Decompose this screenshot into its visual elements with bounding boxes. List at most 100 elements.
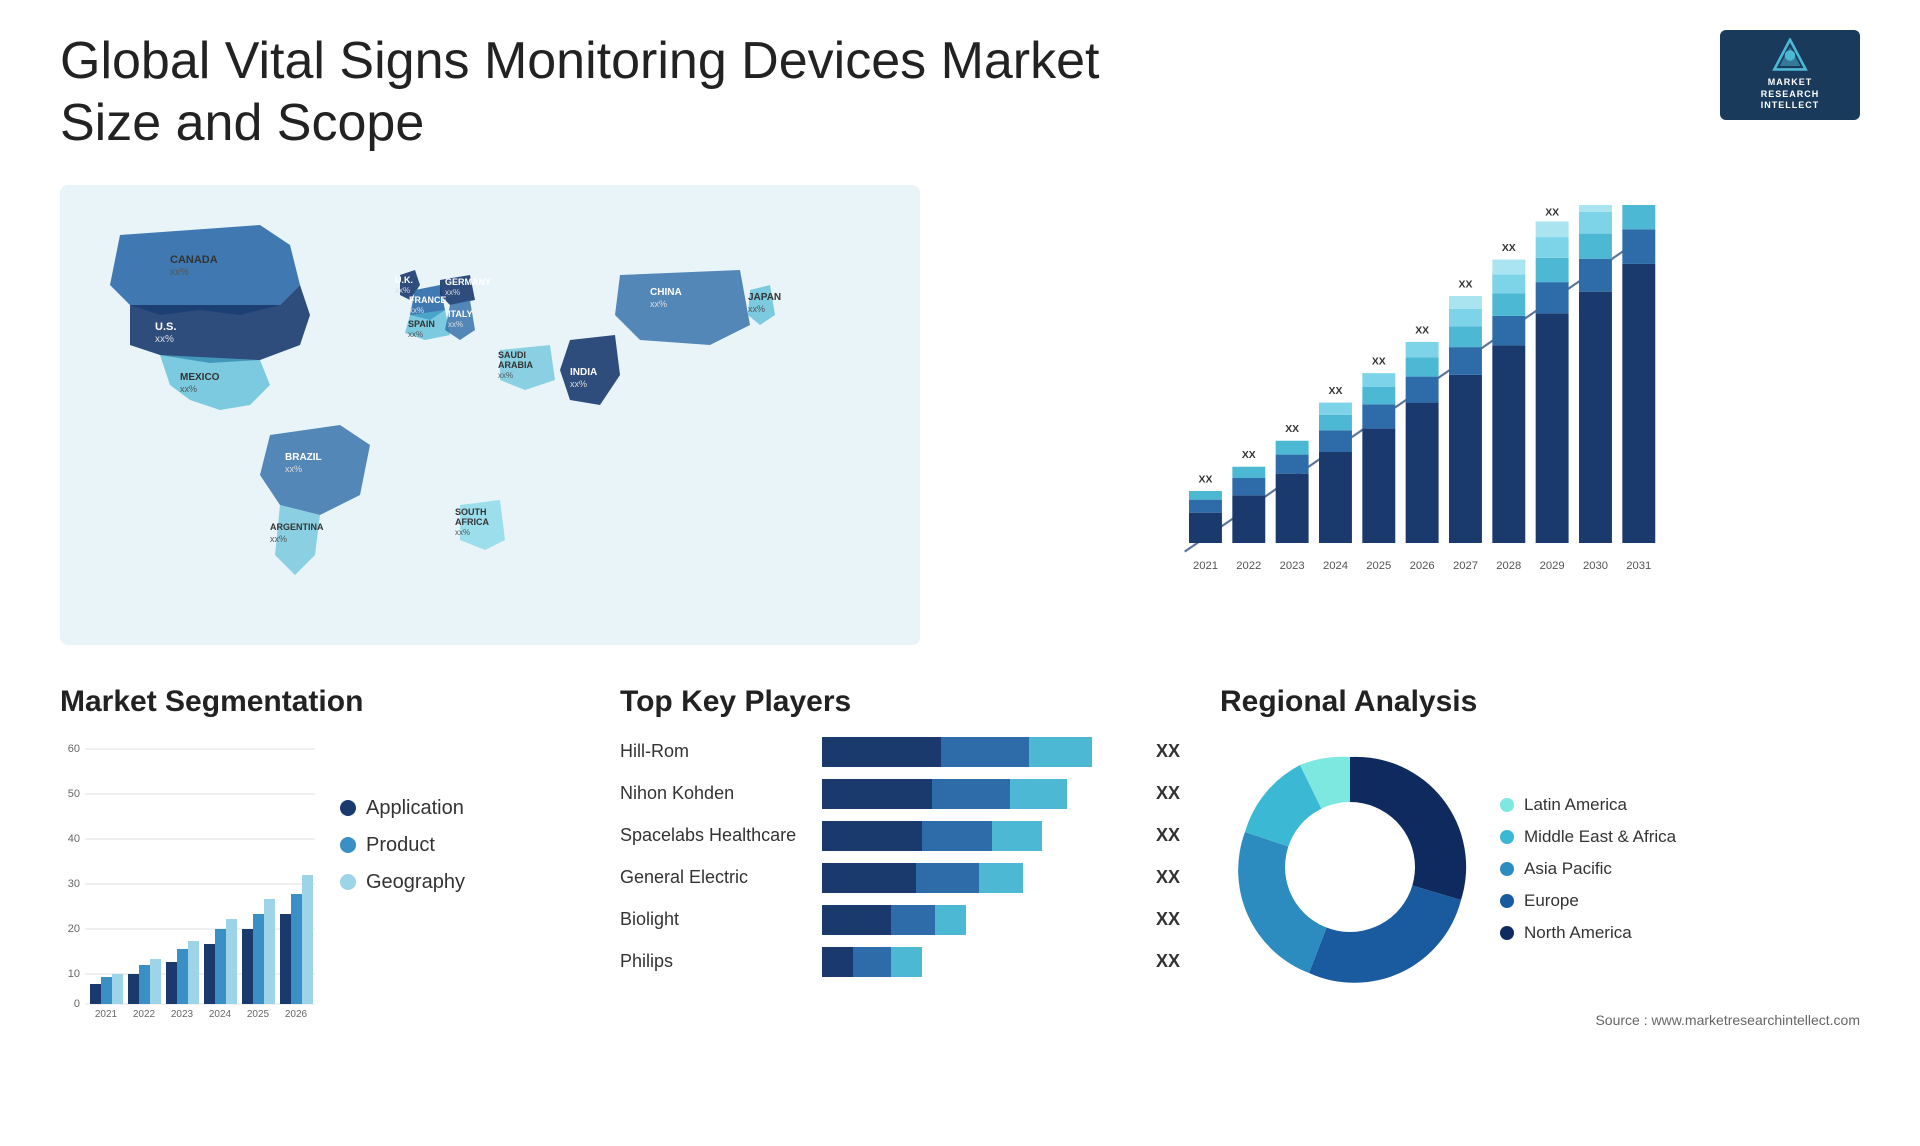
svg-text:30: 30: [68, 878, 80, 890]
svg-text:xx%: xx%: [409, 306, 424, 315]
legend-geography: Geography: [340, 871, 465, 894]
svg-text:xx%: xx%: [570, 379, 587, 389]
bar-chart-container: XX 2021 XX 2022 XX 2023 XX: [960, 185, 1860, 645]
player-row: Spacelabs Healthcare XX: [620, 821, 1180, 851]
product-dot: [340, 837, 356, 853]
svg-text:2025: 2025: [1366, 560, 1391, 572]
bar-seg1: [822, 779, 932, 809]
svg-text:XX: XX: [1285, 424, 1299, 435]
svg-text:2024: 2024: [1323, 560, 1348, 572]
key-players-section: Top Key Players Hill-Rom XX Nihon Kohden: [620, 685, 1180, 1065]
bar-seg3: [979, 863, 1023, 893]
segmentation-section: Market Segmentation 60 50 40 30 20 10 0: [60, 685, 580, 1065]
segmentation-title: Market Segmentation: [60, 685, 580, 719]
source-text: Source : www.marketresearchintellect.com: [1220, 1012, 1860, 1028]
player-value: XX: [1156, 783, 1180, 804]
svg-text:2023: 2023: [1280, 560, 1305, 572]
application-label: Application: [366, 797, 464, 820]
player-row: Philips XX: [620, 947, 1180, 977]
bar-seg1: [822, 863, 916, 893]
player-row: Nihon Kohden XX: [620, 779, 1180, 809]
application-dot: [340, 800, 356, 816]
player-name: Hill-Rom: [620, 741, 810, 762]
svg-text:xx%: xx%: [180, 384, 197, 394]
page-container: Global Vital Signs Monitoring Devices Ma…: [0, 0, 1920, 1146]
player-value: XX: [1156, 741, 1180, 762]
product-label: Product: [366, 834, 435, 857]
player-bar: [822, 947, 1136, 977]
bar-seg1: [822, 947, 853, 977]
bottom-section: Market Segmentation 60 50 40 30 20 10 0: [60, 685, 1860, 1065]
geography-label: Geography: [366, 871, 465, 894]
bar-seg2: [922, 821, 991, 851]
bar-seg2: [941, 737, 1029, 767]
svg-text:AFRICA: AFRICA: [455, 517, 489, 527]
svg-text:xx%: xx%: [445, 288, 460, 297]
legend-product: Product: [340, 834, 465, 857]
geography-dot: [340, 874, 356, 890]
donut-chart: [1220, 737, 1480, 1002]
player-name: Philips: [620, 951, 810, 972]
player-bar: [822, 779, 1136, 809]
svg-text:2029: 2029: [1540, 560, 1565, 572]
player-value: XX: [1156, 867, 1180, 888]
svg-text:SAUDI: SAUDI: [498, 350, 526, 360]
svg-text:2021: 2021: [95, 1009, 118, 1020]
player-row: Biolight XX: [620, 905, 1180, 935]
svg-text:xx%: xx%: [650, 299, 667, 309]
header: Global Vital Signs Monitoring Devices Ma…: [60, 30, 1860, 155]
regional-legend: Latin America Middle East & Africa Asia …: [1500, 795, 1676, 943]
logo-area: MARKET RESEARCH INTELLECT: [1720, 30, 1860, 120]
player-name: Spacelabs Healthcare: [620, 825, 810, 846]
legend-latin-america: Latin America: [1500, 795, 1676, 815]
player-bar: [822, 821, 1136, 851]
svg-text:xx%: xx%: [455, 528, 470, 537]
bar-seg2: [853, 947, 891, 977]
segmentation-chart-area: 60 50 40 30 20 10 0: [60, 737, 580, 1032]
logo-text: MARKET RESEARCH INTELLECT: [1761, 77, 1820, 112]
svg-text:2022: 2022: [133, 1009, 156, 1020]
svg-text:XX: XX: [1459, 279, 1473, 290]
asia-pacific-dot: [1500, 862, 1514, 876]
svg-text:2024: 2024: [209, 1009, 232, 1020]
svg-text:2026: 2026: [285, 1009, 308, 1020]
svg-text:CANADA: CANADA: [170, 254, 218, 266]
north-america-label: North America: [1524, 923, 1632, 943]
north-america-dot: [1500, 926, 1514, 940]
latin-america-label: Latin America: [1524, 795, 1627, 815]
svg-text:XX: XX: [1372, 356, 1386, 367]
legend-middle-east: Middle East & Africa: [1500, 827, 1676, 847]
latin-america-dot: [1500, 798, 1514, 812]
svg-text:2026: 2026: [1410, 560, 1435, 572]
asia-pacific-label: Asia Pacific: [1524, 859, 1612, 879]
logo-box: MARKET RESEARCH INTELLECT: [1720, 30, 1860, 120]
bar-seg3: [1010, 779, 1067, 809]
regional-wrap: Latin America Middle East & Africa Asia …: [1220, 737, 1860, 1002]
svg-text:CHINA: CHINA: [650, 287, 682, 298]
svg-text:XX: XX: [1545, 207, 1559, 218]
legend-asia-pacific: Asia Pacific: [1500, 859, 1676, 879]
player-name: Biolight: [620, 909, 810, 930]
svg-text:XX: XX: [1502, 243, 1516, 254]
regional-title: Regional Analysis: [1220, 685, 1860, 719]
player-bar: [822, 863, 1136, 893]
bar-seg1: [822, 821, 922, 851]
seg-bar-chart: 60 50 40 30 20 10 0: [60, 737, 320, 1032]
svg-text:2021: 2021: [1193, 560, 1218, 572]
svg-text:MEXICO: MEXICO: [180, 372, 220, 383]
legend-europe: Europe: [1500, 891, 1676, 911]
svg-text:xx%: xx%: [155, 334, 174, 345]
svg-text:U.S.: U.S.: [155, 321, 176, 333]
bar-seg2: [932, 779, 1010, 809]
svg-text:60: 60: [68, 743, 80, 755]
svg-text:xx%: xx%: [408, 330, 423, 339]
page-title: Global Vital Signs Monitoring Devices Ma…: [60, 30, 1160, 155]
svg-text:0: 0: [74, 998, 80, 1010]
player-bar: [822, 905, 1136, 935]
svg-text:20: 20: [68, 923, 80, 935]
svg-text:GERMANY: GERMANY: [445, 277, 491, 287]
player-bar: [822, 737, 1136, 767]
svg-text:XX: XX: [1242, 450, 1256, 461]
svg-text:xx%: xx%: [748, 304, 765, 314]
svg-text:xx%: xx%: [498, 371, 513, 380]
